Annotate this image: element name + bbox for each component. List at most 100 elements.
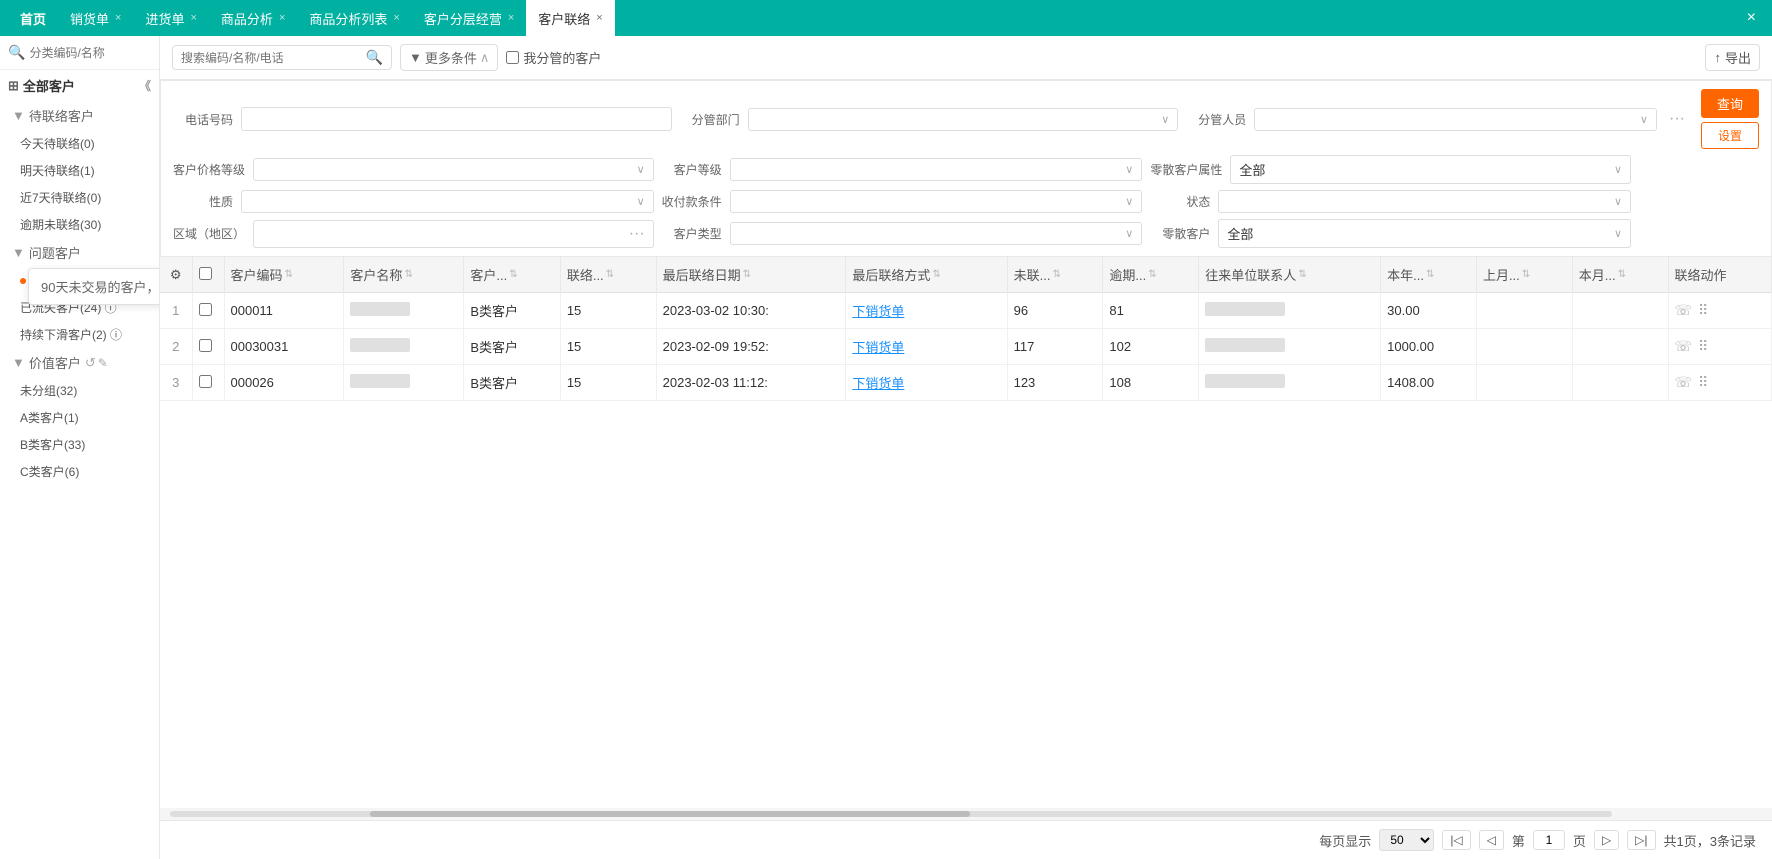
more-icon-region[interactable]: ··· bbox=[629, 225, 645, 243]
th-action: 联络动作 bbox=[1668, 257, 1771, 293]
input-phone[interactable] bbox=[241, 107, 672, 131]
filter-field-price-level: 客户价格等级 ∨ bbox=[173, 158, 654, 181]
active-dot bbox=[20, 278, 26, 284]
collapse-icon[interactable]: 《 bbox=[139, 77, 151, 94]
more-action-icon-3[interactable]: ⠿ bbox=[1698, 374, 1708, 391]
th-overdue: 逾期...⇅ bbox=[1103, 257, 1199, 293]
cell-action-2: ☏ ⠿ bbox=[1668, 329, 1771, 365]
more-action-icon-1[interactable]: ⠿ bbox=[1698, 302, 1708, 319]
row-checkbox-2[interactable] bbox=[199, 339, 212, 352]
label-cust-level: 客户等级 bbox=[662, 161, 722, 178]
cell-num-3: 3 bbox=[160, 365, 192, 401]
link-method-3[interactable]: 下销货单 bbox=[852, 376, 904, 391]
nav-purchase-close[interactable]: × bbox=[190, 12, 196, 24]
sidebar-all-customers[interactable]: ⊞ 全部客户 《 bbox=[0, 70, 159, 101]
next-page-button[interactable]: ▷ bbox=[1594, 830, 1619, 850]
query-button[interactable]: 查询 bbox=[1701, 89, 1759, 118]
row-checkbox-3[interactable] bbox=[199, 375, 212, 388]
select-person[interactable]: ∨ bbox=[1254, 108, 1657, 131]
sort-date-icon[interactable]: ⇅ bbox=[743, 269, 751, 280]
page-size-select[interactable]: 50 100 200 bbox=[1379, 829, 1434, 851]
search-submit-icon[interactable]: 🔍 bbox=[366, 49, 383, 66]
row-checkbox-1[interactable] bbox=[199, 303, 212, 316]
nav-sales[interactable]: 销货单 × bbox=[58, 0, 133, 36]
sort-method-icon[interactable]: ⇅ bbox=[932, 269, 940, 280]
sidebar-item-class-c[interactable]: C类客户(6) bbox=[0, 458, 159, 485]
contact-icon-1[interactable]: ☏ bbox=[1675, 302, 1693, 319]
sort-lmonth-icon[interactable]: ⇅ bbox=[1522, 269, 1530, 280]
nav-customer-contact-close[interactable]: × bbox=[596, 12, 602, 24]
search-input[interactable] bbox=[181, 51, 366, 65]
current-page-input[interactable] bbox=[1533, 830, 1565, 850]
more-action-icon-2[interactable]: ⠿ bbox=[1698, 338, 1708, 355]
sidebar-search-input[interactable] bbox=[29, 46, 160, 60]
select-cust-level[interactable]: ∨ bbox=[730, 158, 1143, 181]
select-dept[interactable]: ∨ bbox=[748, 108, 1179, 131]
sidebar-item-tomorrow[interactable]: 明天待联络(1) bbox=[0, 157, 159, 184]
table-header-row: ⚙ 客户编码⇅ 客户名称⇅ 客户...⇅ bbox=[160, 257, 1772, 293]
cell-code-2: 00030031 bbox=[224, 329, 344, 365]
select-payment[interactable]: ∨ bbox=[730, 190, 1143, 213]
sort-unit-icon[interactable]: ⇅ bbox=[1298, 269, 1306, 280]
gear-icon[interactable]: ⚙ bbox=[170, 267, 182, 282]
sort-code-icon[interactable]: ⇅ bbox=[285, 269, 293, 280]
cell-action-1: ☏ ⠿ bbox=[1668, 293, 1771, 329]
contact-icon-3[interactable]: ☏ bbox=[1675, 374, 1693, 391]
more-filters-button[interactable]: ▼ 更多条件 ∧ bbox=[400, 44, 498, 71]
sidebar-item-downtrend[interactable]: 持续下滑客户(2) ⓘ bbox=[0, 321, 159, 348]
select-region[interactable]: ··· bbox=[253, 220, 654, 248]
sidebar-item-today[interactable]: 今天待联络(0) bbox=[0, 130, 159, 157]
select-price-level[interactable]: ∨ bbox=[253, 158, 654, 181]
nav-customer-contact[interactable]: 客户联络 × bbox=[526, 0, 614, 36]
nav-home[interactable]: 首页 bbox=[8, 0, 58, 36]
link-method-1[interactable]: 下销货单 bbox=[852, 304, 904, 319]
select-sparse-attr[interactable]: 全部 ∨ bbox=[1230, 155, 1631, 184]
last-page-button[interactable]: ▷| bbox=[1627, 830, 1655, 850]
sort-uncontacted-icon[interactable]: ⇅ bbox=[1052, 269, 1060, 280]
more-icon-1[interactable]: ··· bbox=[1669, 110, 1685, 128]
horizontal-scrollbar[interactable] bbox=[160, 808, 1772, 820]
sidebar-item-class-b[interactable]: B类客户(33) bbox=[0, 431, 159, 458]
nav-customer-tier-close[interactable]: × bbox=[508, 12, 514, 24]
nav-sales-close[interactable]: × bbox=[115, 12, 121, 24]
nav-purchase[interactable]: 进货单 × bbox=[133, 0, 208, 36]
nav-customer-tier[interactable]: 客户分层经营 × bbox=[412, 0, 526, 36]
prev-page-button[interactable]: ◁ bbox=[1479, 830, 1504, 850]
sidebar-group-value[interactable]: ▼ 价值客户 ↺ ✎ bbox=[0, 348, 159, 377]
sidebar-item-ungraded[interactable]: 未分组(32) bbox=[0, 377, 159, 404]
sort-month-icon[interactable]: ⇅ bbox=[1618, 269, 1626, 280]
sort-name-icon[interactable]: ⇅ bbox=[404, 269, 412, 280]
sidebar-group-pending[interactable]: ▼ 待联络客户 bbox=[0, 101, 159, 130]
first-page-button[interactable]: |◁ bbox=[1442, 830, 1470, 850]
setting-button[interactable]: 设置 bbox=[1701, 122, 1759, 149]
sidebar-item-week[interactable]: 近7天待联络(0) bbox=[0, 184, 159, 211]
nav-analysis-close[interactable]: × bbox=[279, 12, 285, 24]
sidebar-item-overdue-contact[interactable]: 逾期未联络(30) bbox=[0, 211, 159, 238]
sort-overdue-icon[interactable]: ⇅ bbox=[1148, 269, 1156, 280]
link-method-2[interactable]: 下销货单 bbox=[852, 340, 904, 355]
select-nature[interactable]: ∨ bbox=[241, 190, 654, 213]
label-cust-type: 客户类型 bbox=[662, 225, 722, 242]
select-sparse-cust[interactable]: 全部 ∨ bbox=[1218, 219, 1631, 248]
sidebar-item-class-a[interactable]: A类客户(1) bbox=[0, 404, 159, 431]
select-all-checkbox[interactable] bbox=[199, 267, 212, 280]
nav-analysis-list[interactable]: 商品分析列表 × bbox=[297, 0, 411, 36]
my-customers-checkbox[interactable] bbox=[506, 51, 519, 64]
refresh-icon[interactable]: ↺ bbox=[85, 355, 96, 371]
close-all-button[interactable]: × bbox=[1739, 9, 1764, 27]
my-customers-checkbox-area[interactable]: 我分管的客户 bbox=[506, 48, 601, 67]
scrollbar-thumb[interactable] bbox=[370, 811, 970, 817]
contact-icon-2[interactable]: ☏ bbox=[1675, 338, 1693, 355]
sidebar-group-problem[interactable]: ▼ 问题客户 bbox=[0, 238, 159, 267]
sort-level-icon[interactable]: ⇅ bbox=[509, 269, 517, 280]
select-cust-type[interactable]: ∨ bbox=[730, 222, 1143, 245]
sort-year-icon[interactable]: ⇅ bbox=[1426, 269, 1434, 280]
nav-analysis-list-close[interactable]: × bbox=[393, 12, 399, 24]
nav-analysis[interactable]: 商品分析 × bbox=[209, 0, 297, 36]
export-button[interactable]: ↑ 导出 bbox=[1705, 44, 1760, 71]
edit-icon[interactable]: ✎ bbox=[98, 356, 108, 370]
sort-contact-icon[interactable]: ⇅ bbox=[606, 269, 614, 280]
select-status[interactable]: ∨ bbox=[1218, 190, 1631, 213]
chevron-down-icon-sparse2: ∨ bbox=[1614, 227, 1622, 240]
cell-contact-3: 15 bbox=[560, 365, 656, 401]
